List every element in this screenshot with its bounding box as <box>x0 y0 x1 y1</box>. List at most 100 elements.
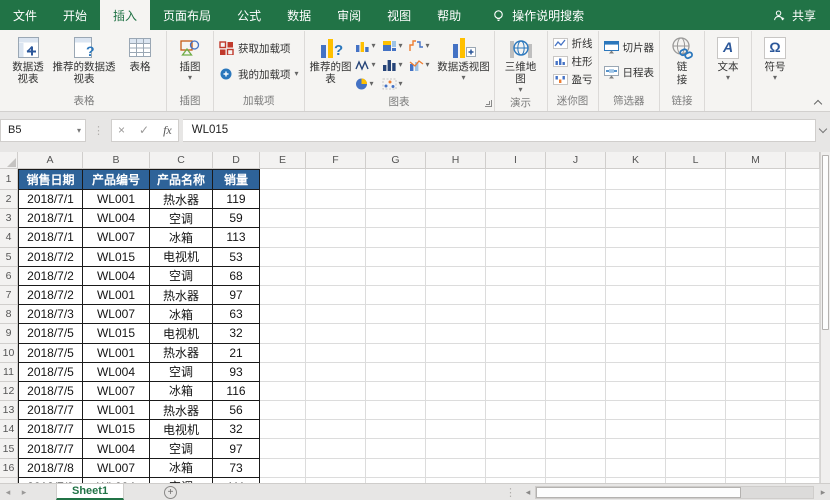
empty-cell[interactable] <box>486 401 546 421</box>
insert-line-chart-button[interactable]: ▾ <box>354 55 382 74</box>
empty-cell[interactable] <box>306 458 366 478</box>
insert-column-chart-button[interactable]: ▾ <box>355 36 382 55</box>
tell-me-search[interactable]: 操作说明搜索 <box>492 0 584 30</box>
ribbon-tab-文件[interactable]: 文件 <box>0 0 50 30</box>
vertical-scrollbar-thumb[interactable] <box>822 155 829 330</box>
empty-cell[interactable] <box>546 190 606 210</box>
empty-cell[interactable] <box>726 381 786 402</box>
table-cell[interactable]: WL007 <box>83 228 150 248</box>
insert-statistic-chart-button[interactable]: ▾ <box>382 55 409 74</box>
table-cell[interactable]: WL004 <box>83 266 150 286</box>
empty-cell[interactable] <box>486 190 546 210</box>
empty-cell[interactable] <box>260 381 306 402</box>
ribbon-tab-视图[interactable]: 视图 <box>374 0 424 30</box>
empty-cell[interactable] <box>786 381 820 402</box>
empty-cell[interactable] <box>366 228 426 248</box>
empty-cell[interactable] <box>306 285 366 306</box>
empty-cell[interactable] <box>260 209 306 229</box>
row-header-10[interactable]: 10 <box>0 343 18 363</box>
empty-cell[interactable] <box>786 343 820 363</box>
empty-cell[interactable] <box>726 190 786 210</box>
empty-cell[interactable] <box>306 439 366 459</box>
empty-cell[interactable] <box>260 190 306 210</box>
empty-cell[interactable] <box>260 420 306 440</box>
empty-cell[interactable] <box>306 169 366 190</box>
insert-hierarchy-chart-button[interactable]: ▾ <box>382 36 409 55</box>
empty-cell[interactable] <box>366 420 426 440</box>
table-cell[interactable]: 冰箱 <box>150 458 213 478</box>
column-header-I[interactable]: I <box>486 152 546 169</box>
empty-cell[interactable] <box>260 285 306 306</box>
table-cell[interactable]: 空调 <box>150 266 213 286</box>
empty-cell[interactable] <box>366 285 426 306</box>
table-cell[interactable]: 2018/7/7 <box>18 439 83 459</box>
row-header-6[interactable]: 6 <box>0 266 18 286</box>
my-addins-button[interactable]: 我的加载项 ▾ <box>216 64 302 84</box>
row-header-8[interactable]: 8 <box>0 305 18 325</box>
empty-cell[interactable] <box>546 420 606 440</box>
row-header-1[interactable]: 1 <box>0 169 18 190</box>
table-cell[interactable]: 113 <box>213 228 260 248</box>
empty-cell[interactable] <box>486 209 546 229</box>
table-cell[interactable]: 2018/7/7 <box>18 401 83 421</box>
ribbon-tab-审阅[interactable]: 审阅 <box>324 0 374 30</box>
table-cell[interactable]: 2018/7/1 <box>18 228 83 248</box>
empty-cell[interactable] <box>426 420 486 440</box>
empty-cell[interactable] <box>726 343 786 363</box>
table-cell[interactable]: 热水器 <box>150 401 213 421</box>
empty-cell[interactable] <box>306 209 366 229</box>
table-cell[interactable]: WL004 <box>83 209 150 229</box>
ribbon-tab-数据[interactable]: 数据 <box>274 0 324 30</box>
empty-cell[interactable] <box>426 209 486 229</box>
empty-cell[interactable] <box>366 305 426 325</box>
table-cell[interactable]: 热水器 <box>150 285 213 306</box>
column-header-E[interactable]: E <box>260 152 306 169</box>
column-header-H[interactable]: H <box>426 152 486 169</box>
empty-cell[interactable] <box>606 247 666 267</box>
timeline-button[interactable]: 日程表 <box>601 62 658 82</box>
column-header-K[interactable]: K <box>606 152 666 169</box>
insert-combo-chart-button[interactable]: ▾ <box>409 55 436 74</box>
empty-cell[interactable] <box>306 190 366 210</box>
empty-cell[interactable] <box>366 169 426 190</box>
empty-cell[interactable] <box>606 343 666 363</box>
table-cell[interactable]: WL007 <box>83 305 150 325</box>
empty-cell[interactable] <box>306 266 366 286</box>
empty-cell[interactable] <box>366 266 426 286</box>
empty-cell[interactable] <box>606 439 666 459</box>
empty-cell[interactable] <box>426 266 486 286</box>
empty-cell[interactable] <box>606 324 666 344</box>
empty-cell[interactable] <box>726 439 786 459</box>
recommended-charts-button[interactable]: ? 推荐的图表 <box>307 32 355 85</box>
name-box[interactable]: B5 ▾ <box>0 118 86 142</box>
empty-cell[interactable] <box>486 285 546 306</box>
empty-cell[interactable] <box>426 401 486 421</box>
empty-cell[interactable] <box>546 381 606 402</box>
empty-cell[interactable] <box>726 458 786 478</box>
sheet-nav-left-icon[interactable]: ◂ <box>0 484 16 500</box>
empty-cell[interactable] <box>426 285 486 306</box>
pivot-chart-button[interactable]: 数据透视图 ▾ <box>436 32 492 82</box>
enter-icon[interactable]: ✓ <box>139 123 149 137</box>
empty-cell[interactable] <box>546 305 606 325</box>
empty-cell[interactable] <box>260 439 306 459</box>
empty-cell[interactable] <box>486 228 546 248</box>
table-cell[interactable]: 21 <box>213 343 260 363</box>
empty-cell[interactable] <box>366 362 426 382</box>
empty-cell[interactable] <box>426 381 486 402</box>
empty-cell[interactable] <box>306 228 366 248</box>
empty-cell[interactable] <box>666 247 726 267</box>
sparkline-line-button[interactable]: 折线 <box>550 34 596 52</box>
table-cell[interactable]: 56 <box>213 401 260 421</box>
empty-cell[interactable] <box>366 247 426 267</box>
empty-cell[interactable] <box>606 169 666 190</box>
row-header-14[interactable]: 14 <box>0 420 18 440</box>
table-cell[interactable]: 2018/7/1 <box>18 209 83 229</box>
column-header-B[interactable]: B <box>83 152 150 169</box>
empty-cell[interactable] <box>366 439 426 459</box>
row-header-5[interactable]: 5 <box>0 247 18 267</box>
table-cell[interactable]: 热水器 <box>150 343 213 363</box>
empty-cell[interactable] <box>546 362 606 382</box>
illustrations-button[interactable]: 插图 ▾ <box>169 32 211 82</box>
empty-cell[interactable] <box>726 228 786 248</box>
